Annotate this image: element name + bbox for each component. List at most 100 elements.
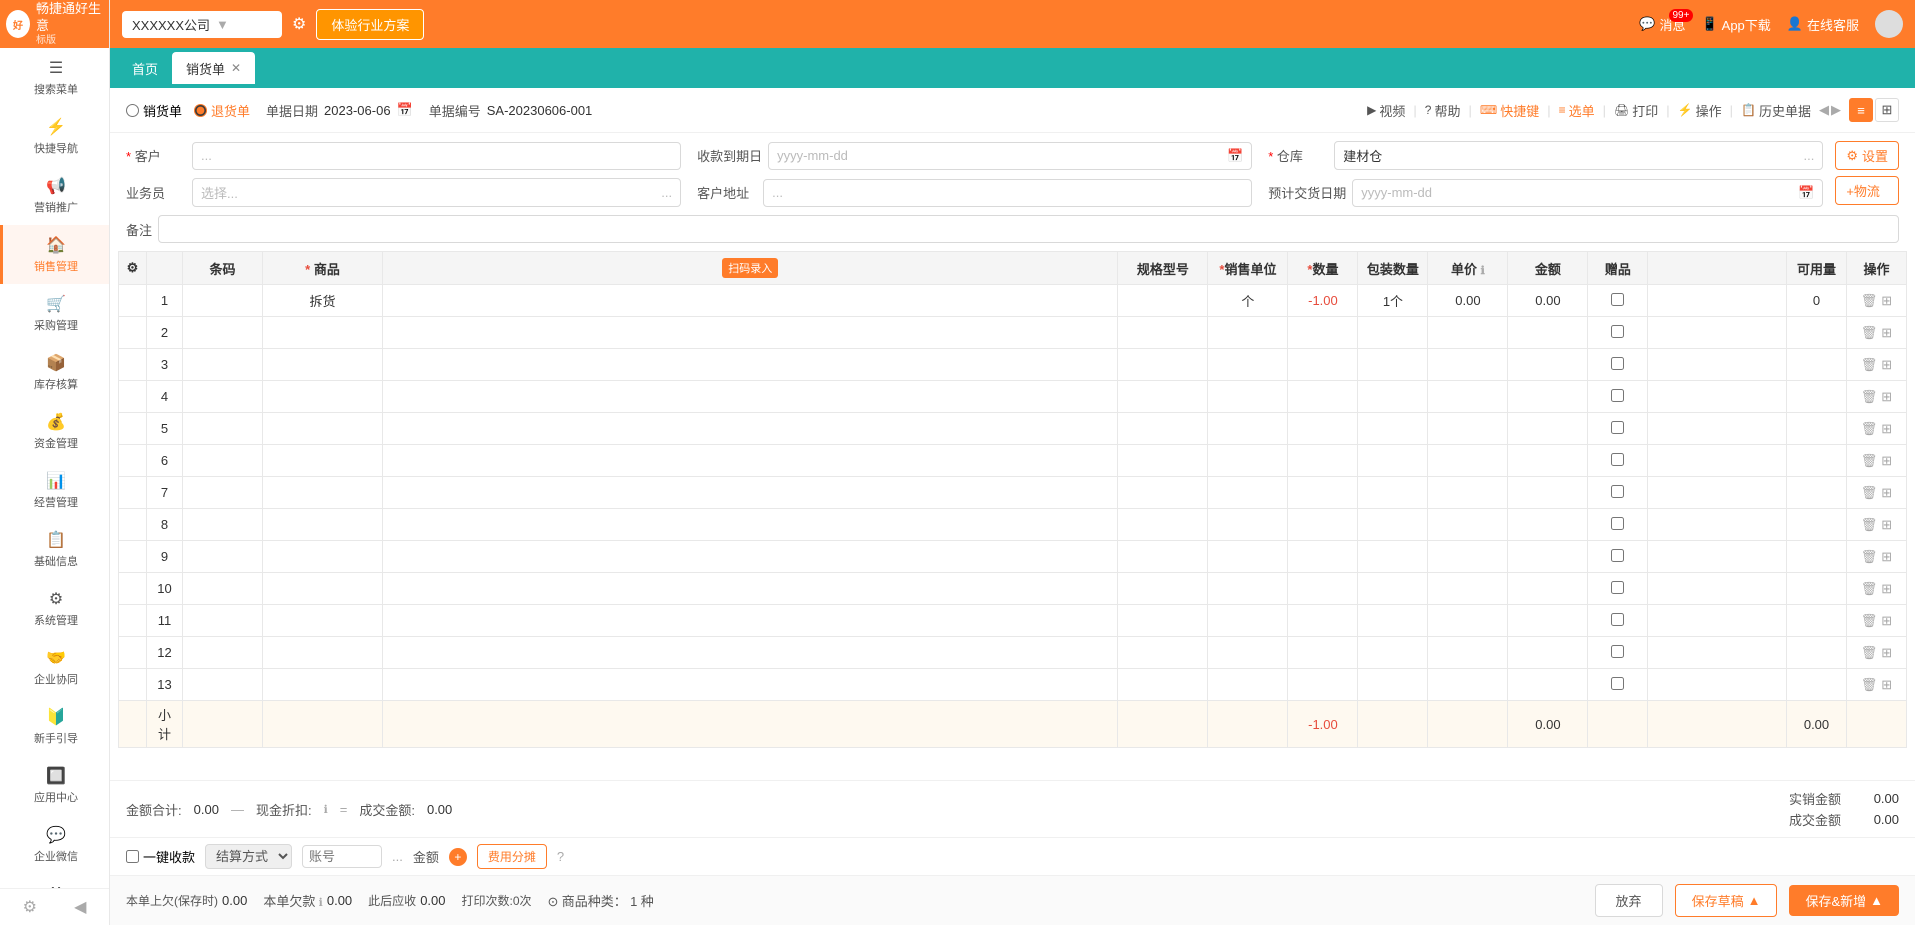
delete-row-icon[interactable]: 🗑	[1861, 453, 1878, 469]
settings-btn[interactable]: ⚙ 设置	[1835, 141, 1899, 170]
help-btn[interactable]: ? 帮助	[1425, 101, 1461, 120]
delete-row-icon[interactable]: 🗑	[1861, 421, 1878, 437]
gift-checkbox-2[interactable]	[1611, 325, 1624, 338]
salesperson-input[interactable]: 选择... ...	[192, 178, 681, 207]
sidebar-item-marketing[interactable]: 📢 营销推广	[0, 166, 109, 225]
scan-btn[interactable]: 扫码录入	[722, 258, 778, 278]
add-payment-btn[interactable]: +	[449, 848, 467, 866]
copy-row-icon[interactable]: ⊞	[1881, 389, 1892, 405]
logistics-btn[interactable]: +物流	[1835, 176, 1899, 205]
discard-btn[interactable]: 放弃	[1595, 884, 1663, 917]
copy-row-icon[interactable]: ⊞	[1881, 581, 1892, 597]
sidebar-item-system[interactable]: ⚙ 系统管理	[0, 579, 109, 638]
next-icon[interactable]: ▶	[1831, 102, 1841, 118]
collapse-icon[interactable]: ◀	[74, 897, 86, 917]
user-avatar[interactable]	[1875, 10, 1903, 38]
copy-row-icon[interactable]: ⊞	[1881, 325, 1892, 341]
sidebar-item-quick-nav[interactable]: ⚡ 快捷导航	[0, 107, 109, 166]
settings-footer-icon[interactable]: ⚙	[23, 897, 37, 917]
gift-checkbox-7[interactable]	[1611, 485, 1624, 498]
copy-row-icon[interactable]: ⊞	[1881, 293, 1892, 309]
delete-row-icon[interactable]: 🗑	[1861, 677, 1878, 693]
customer-input[interactable]: ...	[192, 142, 681, 170]
sidebar-item-inventory[interactable]: 📦 库存核算	[0, 343, 109, 402]
delete-row-icon[interactable]: 🗑	[1861, 645, 1878, 661]
gift-checkbox-9[interactable]	[1611, 549, 1624, 562]
payment-account-input[interactable]	[302, 845, 382, 868]
prev-icon[interactable]: ◀	[1819, 102, 1829, 118]
sidebar-item-purchase[interactable]: 🛒 采购管理	[0, 284, 109, 343]
delete-row-icon[interactable]: 🗑	[1861, 581, 1878, 597]
delete-row-icon[interactable]: 🗑	[1861, 325, 1878, 341]
sidebar-item-sales[interactable]: 🏠 销售管理	[0, 225, 109, 284]
delete-row-icon[interactable]: 🗑	[1861, 549, 1878, 565]
gift-checkbox-4[interactable]	[1611, 389, 1624, 402]
message-btn[interactable]: 💬 消息 99+	[1639, 15, 1685, 34]
gift-checkbox-13[interactable]	[1611, 677, 1624, 690]
print-btn[interactable]: 🖨 打印	[1614, 101, 1658, 120]
date-calendar-icon[interactable]: 📅	[397, 102, 413, 118]
expected-date-input[interactable]: yyyy-mm-dd 📅	[1352, 179, 1823, 207]
copy-row-icon[interactable]: ⊞	[1881, 613, 1892, 629]
copy-row-icon[interactable]: ⊞	[1881, 453, 1892, 469]
shortcut-btn[interactable]: ⌨ 快捷键	[1480, 101, 1539, 120]
save-new-btn[interactable]: 保存&新增 ▲	[1789, 885, 1899, 916]
video-btn[interactable]: ▶ 视频	[1367, 101, 1405, 120]
remarks-input[interactable]	[158, 215, 1899, 243]
col-gear[interactable]: ⚙	[119, 252, 147, 285]
sidebar-item-vip[interactable]: V 畅会员	[0, 874, 109, 888]
delete-row-icon[interactable]: 🗑	[1861, 389, 1878, 405]
sidebar-item-guide[interactable]: 🔰 新手引导	[0, 697, 109, 756]
sidebar-item-wechat[interactable]: 💬 企业微信	[0, 815, 109, 874]
expense-split-btn[interactable]: 费用分摊	[477, 844, 547, 869]
delete-row-icon[interactable]: 🗑	[1861, 293, 1878, 309]
app-download-btn[interactable]: 📱 App下载	[1701, 15, 1770, 34]
sidebar-item-app[interactable]: 🔲 应用中心	[0, 756, 109, 815]
topbar-gear-icon[interactable]: ⚙	[292, 14, 306, 34]
delete-row-icon[interactable]: 🗑	[1861, 485, 1878, 501]
due-date-input[interactable]: yyyy-mm-dd 📅	[768, 142, 1252, 170]
online-service-btn[interactable]: 👤 在线客服	[1787, 15, 1859, 34]
gift-checkbox-12[interactable]	[1611, 645, 1624, 658]
delete-row-icon[interactable]: 🗑	[1861, 613, 1878, 629]
copy-row-icon[interactable]: ⊞	[1881, 357, 1892, 373]
operate-btn[interactable]: ⚡ 操作	[1678, 101, 1722, 120]
trial-btn[interactable]: 体验行业方案	[316, 9, 424, 40]
gift-checkbox-1[interactable]	[1611, 293, 1624, 306]
tab-home[interactable]: 首页	[118, 52, 172, 84]
expense-help-icon[interactable]: ?	[557, 849, 564, 864]
copy-row-icon[interactable]: ⊞	[1881, 549, 1892, 565]
gift-checkbox-10[interactable]	[1611, 581, 1624, 594]
gift-checkbox-6[interactable]	[1611, 453, 1624, 466]
tab-sales-order[interactable]: 销货单 ✕	[172, 52, 255, 84]
gift-checkbox-3[interactable]	[1611, 357, 1624, 370]
warehouse-input[interactable]: 建材仓 ...	[1334, 141, 1823, 170]
gift-checkbox-5[interactable]	[1611, 421, 1624, 434]
sidebar-item-enterprise[interactable]: 🤝 企业协同	[0, 638, 109, 697]
list-view-btn[interactable]: ≡	[1849, 98, 1873, 122]
sidebar-item-basic[interactable]: 📋 基础信息	[0, 520, 109, 579]
sidebar-item-operation[interactable]: 📊 经营管理	[0, 461, 109, 520]
copy-row-icon[interactable]: ⊞	[1881, 421, 1892, 437]
tab-close-icon[interactable]: ✕	[231, 61, 241, 75]
sidebar-item-search[interactable]: ☰ 搜索菜单	[0, 48, 109, 107]
customer-address-input[interactable]: ...	[763, 179, 1252, 207]
gift-checkbox-8[interactable]	[1611, 517, 1624, 530]
col-scan-header[interactable]: 扫码录入	[383, 252, 1118, 285]
return-order-radio[interactable]: 退货单	[194, 101, 250, 120]
copy-row-icon[interactable]: ⊞	[1881, 517, 1892, 533]
company-selector[interactable]: XXXXXX公司 ▼	[122, 11, 282, 38]
copy-row-icon[interactable]: ⊞	[1881, 677, 1892, 693]
gift-checkbox-11[interactable]	[1611, 613, 1624, 626]
history-btn[interactable]: 📋 历史单据	[1741, 101, 1811, 120]
copy-row-icon[interactable]: ⊞	[1881, 645, 1892, 661]
payment-method-select[interactable]: 结算方式	[205, 844, 292, 869]
select-btn[interactable]: ≡ 选单	[1559, 101, 1595, 120]
delete-row-icon[interactable]: 🗑	[1861, 357, 1878, 373]
save-draft-btn[interactable]: 保存草稿 ▲	[1675, 884, 1778, 917]
save-draft-chevron-icon[interactable]: ▲	[1748, 893, 1761, 908]
sales-order-radio[interactable]: 销货单	[126, 101, 182, 120]
grid-view-btn[interactable]: ⊞	[1875, 98, 1899, 122]
sidebar-item-finance[interactable]: 💰 资金管理	[0, 402, 109, 461]
copy-row-icon[interactable]: ⊞	[1881, 485, 1892, 501]
